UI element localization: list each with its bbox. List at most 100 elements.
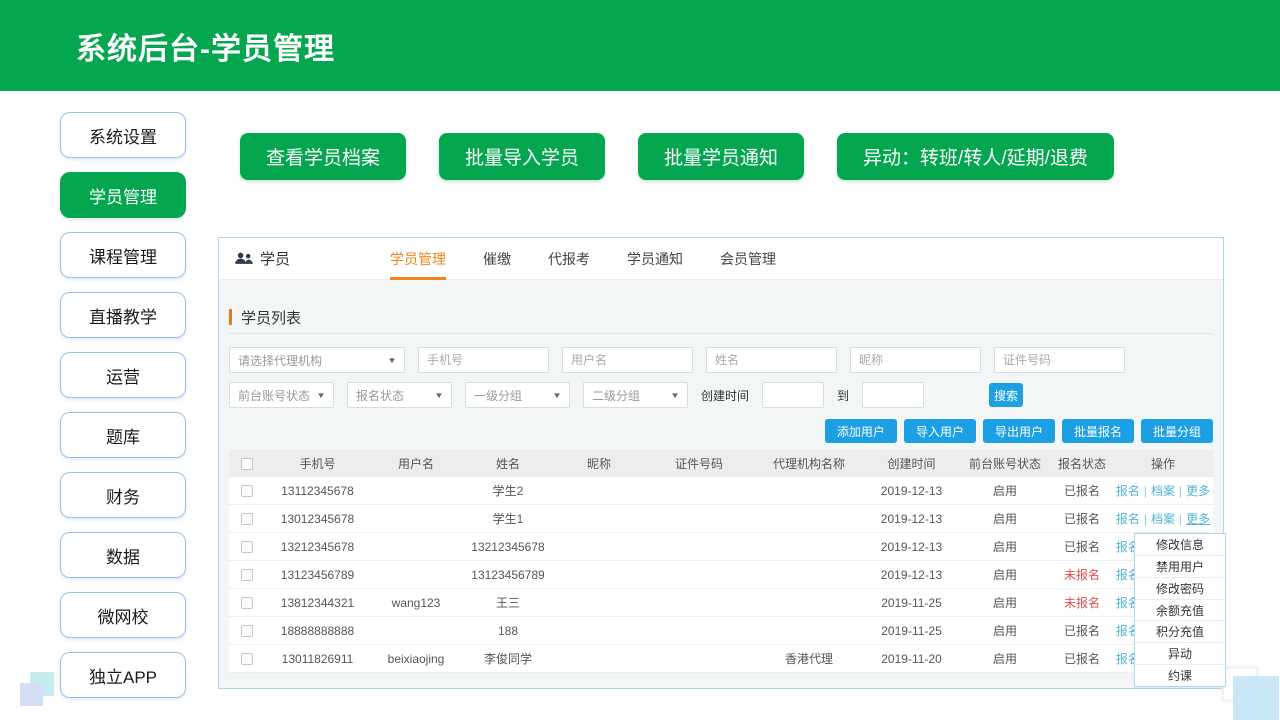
cell-name: 学生2 [462,477,554,504]
row-checkbox[interactable] [241,569,253,581]
context-menu-item[interactable]: 修改密码 [1135,577,1225,599]
filter-input[interactable] [562,347,693,373]
cell-username [370,617,462,644]
section-accent-bar [229,309,232,325]
cell-id-number [644,477,754,504]
sidebar-item[interactable]: 运营 [60,352,186,398]
filter-input[interactable] [706,347,837,373]
enroll-link[interactable]: 报名 [1116,510,1140,527]
cell-agency [754,505,864,532]
filter-input[interactable] [850,347,981,373]
filter-select-value: 二级分组 [592,387,640,404]
sidebar-item[interactable]: 数据 [60,532,186,578]
row-checkbox[interactable] [241,625,253,637]
row-checkbox[interactable] [241,513,253,525]
cell-username [370,533,462,560]
cell-enroll-status: 已报名 [1051,505,1113,532]
table-row: 13812344321 wang123 王三 2019-11-25 启用 未报名… [229,589,1213,617]
filter-input[interactable] [418,347,549,373]
filter-input[interactable] [994,347,1125,373]
cell-created: 2019-11-25 [864,589,959,616]
filter-inputs [418,347,1125,373]
cell-name: 王三 [462,589,554,616]
decorative-square [20,683,43,706]
archive-link[interactable]: 档案 [1151,510,1175,527]
sidebar-item[interactable]: 题库 [60,412,186,458]
cell-account-status: 启用 [959,477,1051,504]
quick-action-button[interactable]: 批量学员通知 [638,133,804,180]
bulk-action-label: 导入用户 [916,423,964,440]
context-menu-item[interactable]: 约课 [1135,664,1225,686]
panel-tab[interactable]: 代报考 [548,238,590,280]
row-checkbox-cell [229,533,265,560]
cell-enroll-status: 已报名 [1051,617,1113,644]
search-button[interactable]: 搜索 [989,383,1023,407]
more-link[interactable]: 更多 [1186,482,1210,499]
select-all-checkbox[interactable] [241,458,253,470]
create-time-from-input[interactable] [762,382,824,408]
sidebar-item-label: 数据 [106,543,140,568]
panel-tab[interactable]: 催缴 [483,238,511,280]
table-row: 13012345678 学生1 2019-12-13 启用 已报名 报名 | 档… [229,505,1213,533]
cell-created: 2019-12-13 [864,505,959,532]
cell-account-status: 启用 [959,589,1051,616]
panel-tab[interactable]: 学员通知 [627,238,683,280]
column-header: 操作 [1113,450,1213,477]
row-checkbox-cell [229,505,265,532]
context-menu-item[interactable]: 积分充值 [1135,620,1225,642]
archive-link[interactable]: 档案 [1151,482,1175,499]
bulk-actions: 添加用户 导入用户 导出用户 批量报名 批量分组 [229,419,1213,443]
bulk-action-button[interactable]: 导出用户 [983,419,1055,443]
sidebar-item[interactable]: 财务 [60,472,186,518]
cell-phone: 13012345678 [265,505,370,532]
sidebar-item[interactable]: 学员管理 [60,172,186,218]
cell-username [370,561,462,588]
section-header: 学员列表 [229,301,1213,334]
bulk-action-button[interactable]: 批量分组 [1141,419,1213,443]
chevron-down-icon: ▼ [434,391,444,400]
bulk-action-button[interactable]: 导入用户 [904,419,976,443]
panel-tabbar: 学员 学员管理 催缴 代报考 学员通知 [219,238,1223,280]
filter-select[interactable]: 报名状态 ▼ [347,382,452,408]
filter-select[interactable]: 前台账号状态 ▼ [229,382,334,408]
cell-account-status: 启用 [959,505,1051,532]
row-checkbox[interactable] [241,597,253,609]
students-icon [235,252,253,265]
bulk-action-button[interactable]: 添加用户 [825,419,897,443]
row-checkbox-cell [229,477,265,504]
quick-action-button[interactable]: 查看学员档案 [240,133,406,180]
cell-nickname [554,505,644,532]
agency-select[interactable]: 请选择代理机构 ▼ [229,347,405,373]
context-menu-item[interactable]: 禁用用户 [1135,555,1225,577]
filter-select[interactable]: 二级分组 ▼ [583,382,688,408]
cell-agency [754,477,864,504]
bulk-action-button[interactable]: 批量报名 [1062,419,1134,443]
quick-action-button[interactable]: 批量导入学员 [439,133,605,180]
more-link[interactable]: 更多 [1186,510,1210,527]
panel-tab[interactable]: 学员管理 [390,238,446,280]
create-time-to-input[interactable] [862,382,924,408]
sidebar-item[interactable]: 系统设置 [60,112,186,158]
row-checkbox[interactable] [241,653,253,665]
context-menu-item[interactable]: 余额充值 [1135,599,1225,621]
row-checkbox[interactable] [241,485,253,497]
context-menu-item[interactable]: 异动 [1135,642,1225,664]
context-menu-item[interactable]: 修改信息 [1135,534,1225,555]
cell-enroll-status: 已报名 [1051,645,1113,672]
bulk-action-label: 批量报名 [1074,423,1122,440]
sidebar-item[interactable]: 课程管理 [60,232,186,278]
quick-action-button[interactable]: 异动：转班/转人/延期/退费 [837,133,1114,180]
sidebar-item-label: 课程管理 [89,243,157,268]
sidebar-item[interactable]: 独立APP [60,652,186,698]
filter-select[interactable]: 一级分组 ▼ [465,382,570,408]
decorative-square [1233,676,1279,720]
sidebar-item[interactable]: 微网校 [60,592,186,638]
column-header: 证件号码 [644,450,754,477]
table-row: 13112345678 学生2 2019-12-13 启用 已报名 报名 | 档… [229,477,1213,505]
panel-tab[interactable]: 会员管理 [720,238,776,280]
row-checkbox[interactable] [241,541,253,553]
enroll-link[interactable]: 报名 [1116,482,1140,499]
sidebar-item[interactable]: 直播教学 [60,292,186,338]
cell-enroll-status: 未报名 [1051,561,1113,588]
table-body: 13112345678 学生2 2019-12-13 启用 已报名 报名 | 档… [229,477,1213,673]
